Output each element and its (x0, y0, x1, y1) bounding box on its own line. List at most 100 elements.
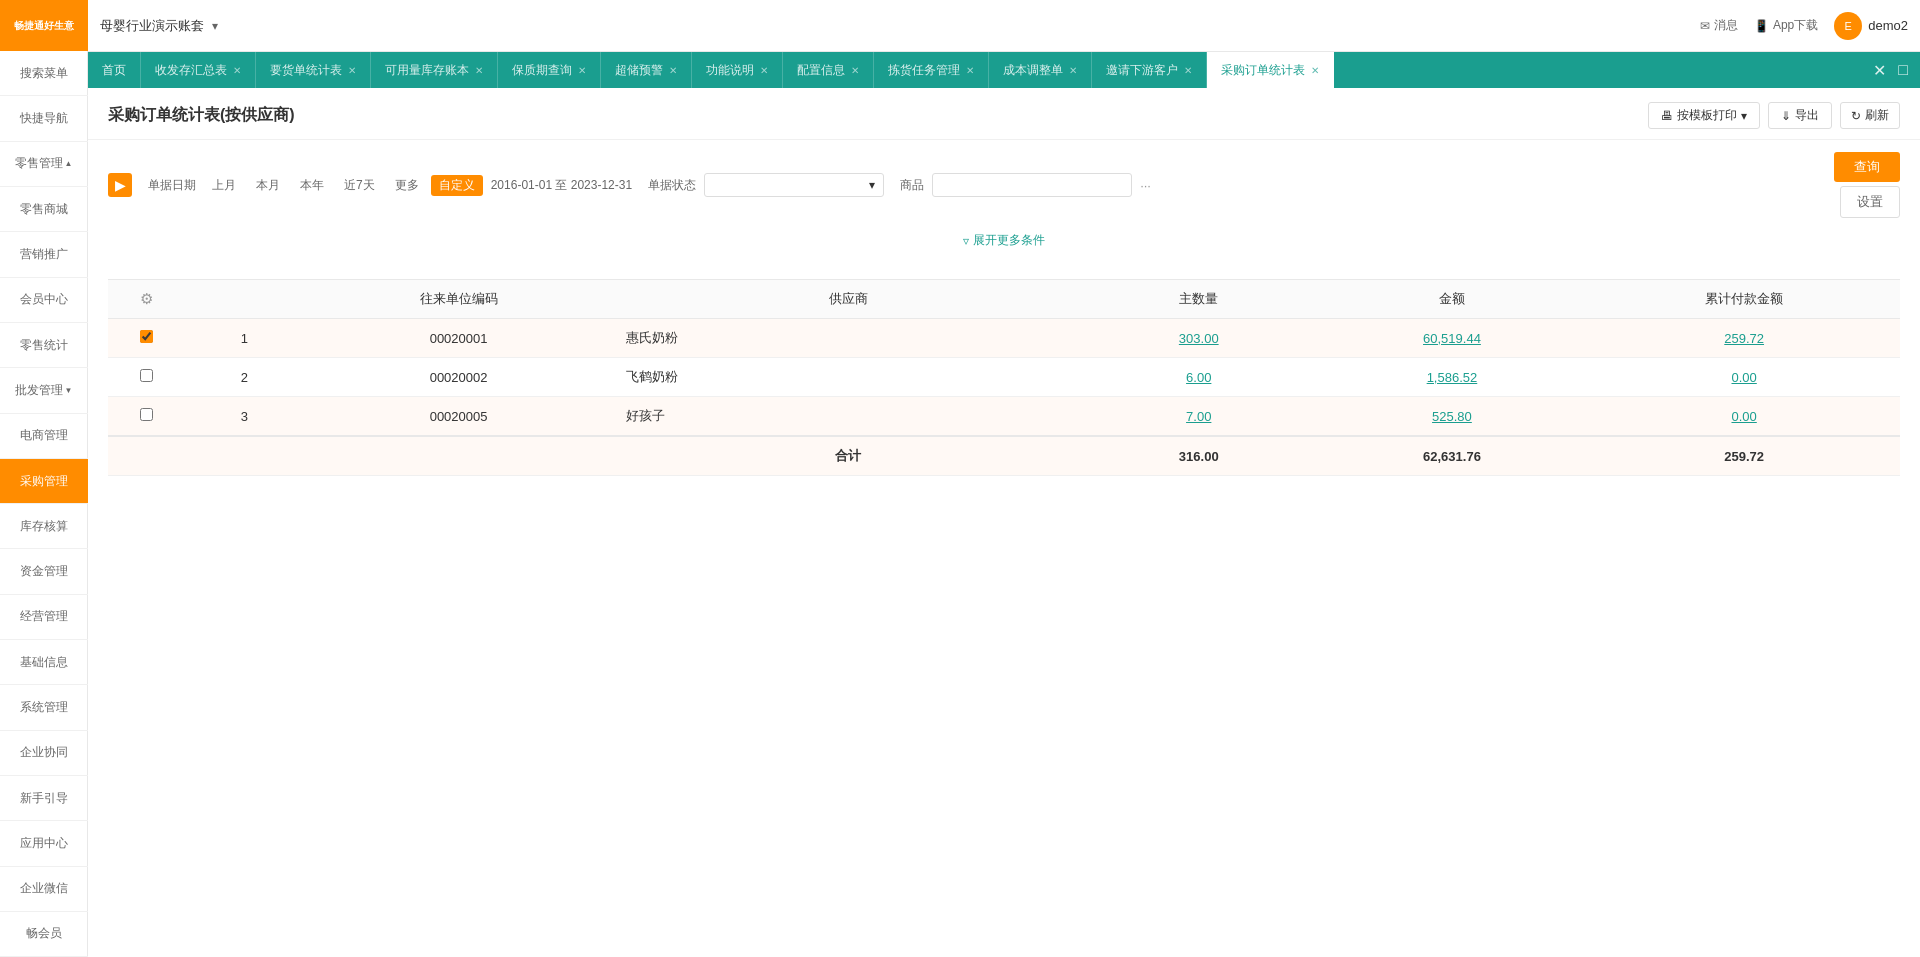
settings-icon[interactable]: ⚙ (140, 290, 153, 307)
tab-close-icon[interactable]: ✕ (1069, 65, 1077, 76)
setting-button[interactable]: 设置 (1840, 186, 1900, 218)
app-download-button[interactable]: 📱 App下载 (1754, 17, 1818, 34)
tab-baozhi[interactable]: 保质期查询 ✕ (498, 52, 601, 88)
this-year-button[interactable]: 本年 (292, 175, 332, 196)
tab-close-icon[interactable]: ✕ (851, 65, 859, 76)
tab-peizhi[interactable]: 配置信息 ✕ (783, 52, 874, 88)
tab-kuyun[interactable]: 可用量库存账本 ✕ (371, 52, 498, 88)
7days-button[interactable]: 近7天 (336, 175, 383, 196)
tab-label: 邀请下游客户 (1106, 62, 1178, 79)
sidebar-item-newguide[interactable]: 新手引导 (0, 776, 88, 821)
tab-close-icon[interactable]: ✕ (669, 65, 677, 76)
sidebar-item-label: 基础信息 (20, 654, 68, 671)
sidebar-item-label: 企业协同 (20, 744, 68, 761)
sidebar-item-member2[interactable]: 畅会员 (0, 912, 88, 957)
sidebar-item-marketing[interactable]: 营销推广 (0, 232, 88, 277)
row-check[interactable] (108, 358, 186, 397)
select-dropdown-icon: ▾ (869, 178, 875, 192)
tab-home[interactable]: 首页 (88, 52, 141, 88)
row-checkbox[interactable] (140, 330, 153, 343)
row-check[interactable] (108, 397, 186, 437)
sidebar-item-basic[interactable]: 基础信息 (0, 640, 88, 685)
filter-area: ▶ 单据日期 上月 本月 本年 近7天 更多 自定义 2016- (88, 140, 1920, 275)
tab-gongneng[interactable]: 功能说明 ✕ (692, 52, 783, 88)
row-qty[interactable]: 7.00 (1082, 397, 1316, 437)
row-qty[interactable]: 303.00 (1082, 319, 1316, 358)
summary-empty2 (186, 436, 303, 476)
tab-yaoqing[interactable]: 邀请下游客户 ✕ (1092, 52, 1207, 88)
tab-close-icon[interactable]: ✕ (348, 65, 356, 76)
filter-toggle-button[interactable]: ▶ (108, 173, 132, 197)
expand-more-button[interactable]: ▿ 展开更多条件 (108, 224, 1900, 257)
sidebar-item-appcenter[interactable]: 应用中心 (0, 821, 88, 866)
sidebar-item-wholesale[interactable]: 批发管理 ▼ (0, 368, 88, 413)
row-paid[interactable]: 0.00 (1588, 358, 1900, 397)
tab-close-icon[interactable]: ✕ (760, 65, 768, 76)
last-month-button[interactable]: 上月 (204, 175, 244, 196)
row-amount[interactable]: 60,519.44 (1316, 319, 1589, 358)
goods-input[interactable] (932, 173, 1132, 197)
tab-label: 拣货任务管理 (888, 62, 960, 79)
goods-more-icon[interactable]: ··· (1140, 178, 1151, 193)
col-header-paid: 累计付款金额 (1588, 280, 1900, 319)
tab-caigou[interactable]: 采购订单统计表 ✕ (1207, 52, 1334, 88)
tab-close-icon[interactable]: ✕ (233, 65, 241, 76)
tab-close-all-icon[interactable]: ✕ (1869, 59, 1890, 82)
summary-empty1 (108, 436, 186, 476)
sidebar-item-retail-mall[interactable]: 零售商城 (0, 187, 88, 232)
sidebar-item-enterprise[interactable]: 企业协同 (0, 731, 88, 776)
tab-expand-icon[interactable]: □ (1894, 59, 1912, 81)
row-paid[interactable]: 0.00 (1588, 397, 1900, 437)
tab-close-icon[interactable]: ✕ (578, 65, 586, 76)
row-qty[interactable]: 6.00 (1082, 358, 1316, 397)
sidebar-item-label: 新手引导 (20, 790, 68, 807)
user-menu[interactable]: E demo2 (1834, 12, 1908, 40)
export-button[interactable]: ⇓ 导出 (1768, 102, 1832, 129)
table-footer: 合计 316.00 62,631.76 259.72 (108, 436, 1900, 476)
sidebar-item-purchase[interactable]: 采购管理 (0, 459, 88, 504)
workspace-dropdown-icon[interactable]: ▾ (212, 19, 218, 33)
sidebar-item-ecommerce[interactable]: 电商管理 (0, 414, 88, 459)
table-row: 1 00020001 惠氏奶粉 303.00 60,519.44 259.72 (108, 319, 1900, 358)
sidebar-item-label: 电商管理 (20, 427, 68, 444)
row-amount[interactable]: 1,586.52 (1316, 358, 1589, 397)
sidebar-item-operation[interactable]: 经营管理 (0, 595, 88, 640)
refresh-button[interactable]: ↻ 刷新 (1840, 102, 1900, 129)
sidebar-item-inventory[interactable]: 库存核算 (0, 504, 88, 549)
tab-chaochui[interactable]: 超储预警 ✕ (601, 52, 692, 88)
sidebar-item-retail-stat[interactable]: 零售统计 (0, 323, 88, 368)
tab-label: 收发存汇总表 (155, 62, 227, 79)
query-button[interactable]: 查询 (1834, 152, 1900, 182)
row-amount[interactable]: 525.80 (1316, 397, 1589, 437)
more-date-button[interactable]: 更多 (387, 175, 427, 196)
tab-close-icon[interactable]: ✕ (966, 65, 974, 76)
sidebar-item-member[interactable]: 会员中心 (0, 278, 88, 323)
tab-pengkuo[interactable]: 拣货任务管理 ✕ (874, 52, 989, 88)
row-check[interactable] (108, 319, 186, 358)
table-row: 3 00020005 好孩子 7.00 525.80 0.00 (108, 397, 1900, 437)
tab-shoufa[interactable]: 收发存汇总表 ✕ (141, 52, 256, 88)
sidebar-item-finance[interactable]: 资金管理 (0, 549, 88, 594)
row-checkbox[interactable] (140, 408, 153, 421)
sidebar-item-search[interactable]: 搜索菜单 (0, 51, 88, 96)
workspace-title: 母婴行业演示账套 (100, 17, 204, 35)
row-no: 2 (186, 358, 303, 397)
sidebar-item-quicknav[interactable]: 快捷导航 (0, 96, 88, 141)
tab-yaohuo[interactable]: 要货单统计表 ✕ (256, 52, 371, 88)
message-button[interactable]: ✉ 消息 (1700, 17, 1738, 34)
status-select[interactable]: ▾ (704, 173, 884, 197)
print-button[interactable]: 🖶 按模板打印 ▾ (1648, 102, 1760, 129)
custom-date-button[interactable]: 自定义 (431, 175, 483, 196)
col-header-no (186, 280, 303, 319)
tab-close-icon[interactable]: ✕ (1184, 65, 1192, 76)
tab-close-icon[interactable]: ✕ (1311, 65, 1319, 76)
sidebar-item-wechat[interactable]: 企业微信 (0, 867, 88, 912)
table-container: ⚙ 往来单位编码 供应商 主数量 (88, 279, 1920, 476)
row-paid[interactable]: 259.72 (1588, 319, 1900, 358)
tab-close-icon[interactable]: ✕ (475, 65, 483, 76)
this-month-button[interactable]: 本月 (248, 175, 288, 196)
row-checkbox[interactable] (140, 369, 153, 382)
sidebar-item-retail[interactable]: 零售管理 ▲ (0, 142, 88, 187)
sidebar-item-system[interactable]: 系统管理 (0, 685, 88, 730)
tab-chengben[interactable]: 成本调整单 ✕ (989, 52, 1092, 88)
